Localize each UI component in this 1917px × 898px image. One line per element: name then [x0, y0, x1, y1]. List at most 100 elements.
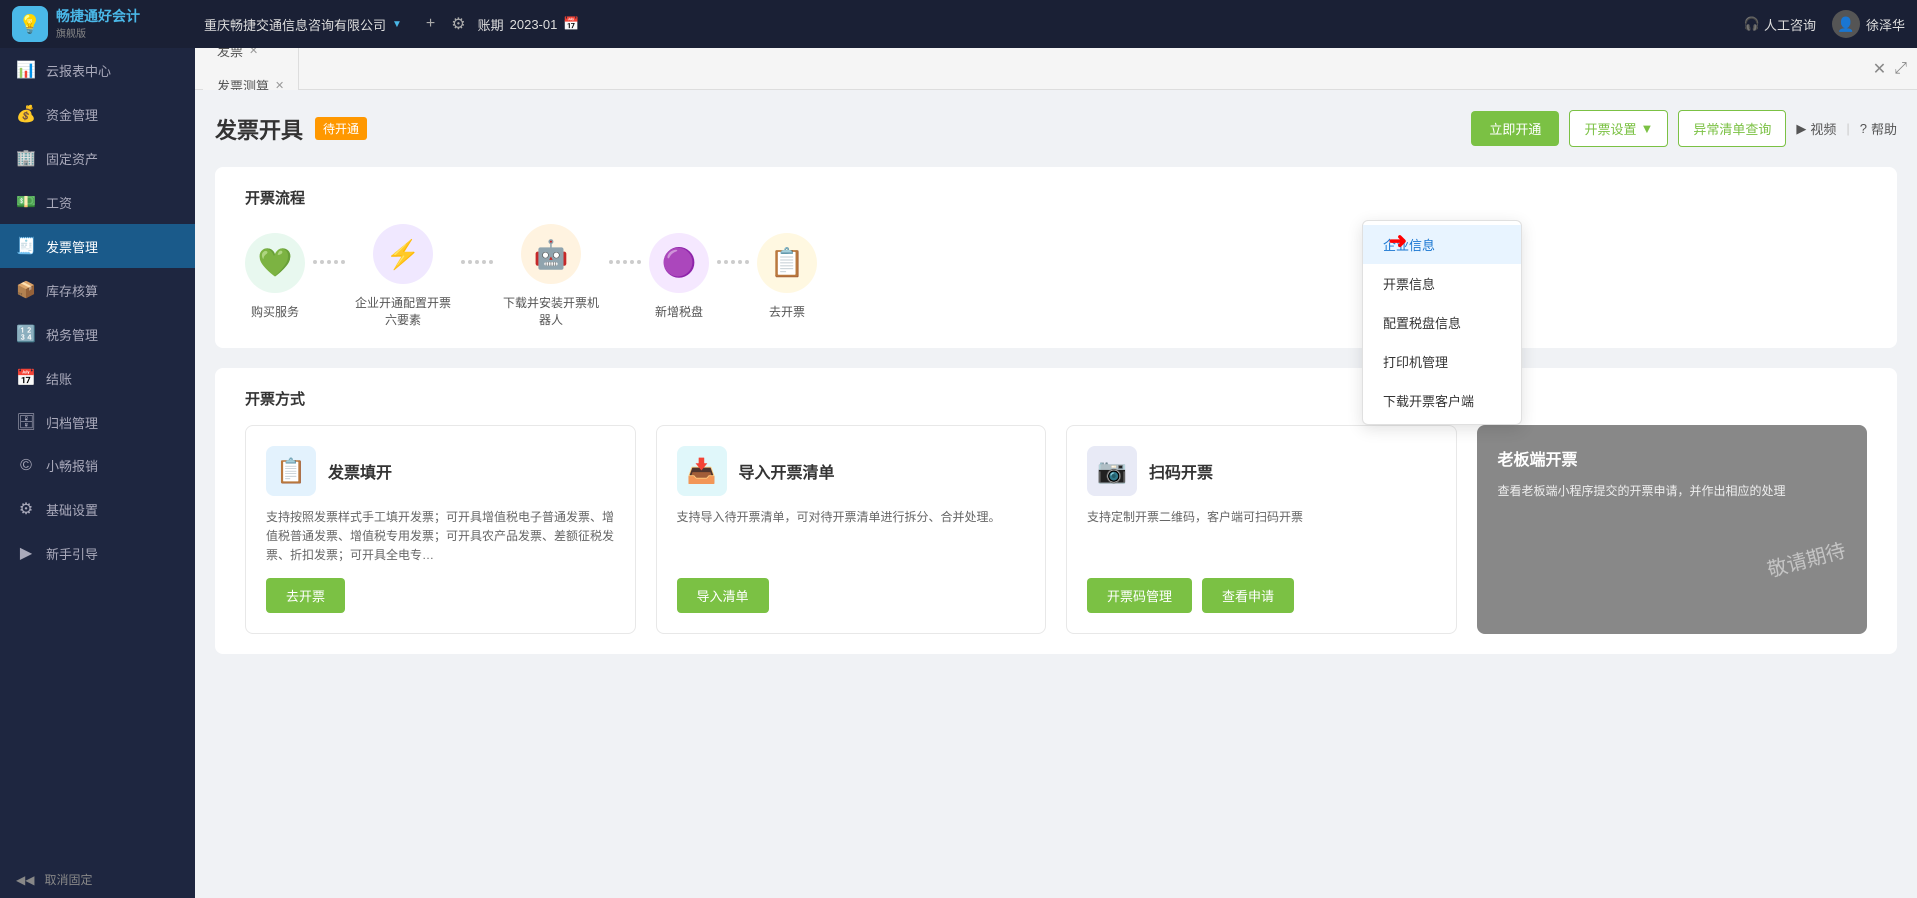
sidebar-item-zijin[interactable]: 💰 资金管理 [0, 92, 195, 136]
logo-text-block: 畅捷通好会计 旗舰版 [56, 8, 140, 40]
sidebar-item-fapiao[interactable]: 🧾发票管理 [0, 224, 195, 268]
sidebar-icon-kucun: 📦 [16, 280, 36, 300]
sidebar-icon-xiaochang: © [16, 457, 36, 475]
fill-desc: 支持按照发票样式手工填开发票；可开具增值税电子普通发票、增值税普通发票、增值税专… [266, 508, 615, 566]
tab-close-icon[interactable]: ✕ [249, 48, 258, 57]
settings-button[interactable]: 开票设置 ▼ [1569, 110, 1668, 147]
add-button[interactable]: + [426, 15, 435, 33]
sidebar-bottom: ◀◀ 取消固定 [0, 861, 195, 898]
boss-watermark: 敬请期待 [1764, 534, 1849, 583]
maximize-icon[interactable]: ⤢ [1894, 60, 1907, 78]
sidebar-icon-guding: 🏢 [16, 148, 36, 168]
activate-button[interactable]: 立即开通 [1471, 111, 1559, 146]
fill-title: 发票填开 [328, 459, 392, 483]
pin-icon: ◀◀ [16, 873, 34, 887]
tab-label: 发票 [217, 48, 243, 60]
step-icon-1: ⚡ [373, 224, 433, 284]
method-card-scan: 📷 扫码开票 支持定制开票二维码，客户端可扫码开票 开票码管理 查看申请 [1066, 425, 1457, 634]
flow-step-2: 🤖 下载并安装开票机器人 [501, 224, 601, 328]
sidebar-label-guidang: 归档管理 [46, 413, 98, 432]
sidebar-item-xiaochang[interactable]: ©小畅报销 [0, 444, 195, 487]
step-icon-0: 💚 [245, 233, 305, 293]
help-button[interactable]: ? 帮助 [1860, 119, 1897, 138]
method-header-import: 📥 导入开票清单 [677, 446, 1026, 496]
consult-button[interactable]: 🎧 人工咨询 [1744, 15, 1816, 34]
sidebar-icon-shuiwu: 🔢 [16, 324, 36, 344]
user-info[interactable]: 👤 徐泽华 [1832, 10, 1905, 38]
sidebar-icon-zijin: 💰 [16, 104, 36, 124]
scan-qr-btn[interactable]: 开票码管理 [1087, 578, 1192, 613]
settings-btn-label: 开票设置 [1584, 119, 1636, 138]
method-card-import: 📥 导入开票清单 支持导入待开票清单，可对待开票清单进行拆分、合并处理。 导入清… [656, 425, 1047, 634]
video-button[interactable]: ▶ 视频 [1796, 119, 1836, 138]
sidebar-icon-gongzi: 💵 [16, 192, 36, 212]
scan-view-btn[interactable]: 查看申请 [1202, 578, 1294, 613]
tab-发票[interactable]: 发票 ✕ [203, 48, 299, 68]
import-desc: 支持导入待开票清单，可对待开票清单进行拆分、合并处理。 [677, 508, 1026, 527]
sidebar-item-shuiwu[interactable]: 🔢税务管理 [0, 312, 195, 356]
sidebar-item-gongzi[interactable]: 💵工资 [0, 180, 195, 224]
logo-title: 畅捷通好会计 [56, 8, 140, 25]
close-window-icon[interactable]: ✕ [1873, 59, 1886, 79]
sidebar-item-kucun[interactable]: 📦库存核算 [0, 268, 195, 312]
import-title: 导入开票清单 [739, 459, 835, 483]
step-connector-1 [453, 260, 501, 264]
boss-title: 老板端开票 [1498, 446, 1847, 470]
fill-btn[interactable]: 去开票 [266, 578, 345, 613]
sidebar-items-container: 📊云报表中心 💰 资金管理 🏢 固定资产 💵工资🧾发票管理📦库存核算🔢税务管理📅结账🗄归档… [0, 48, 195, 575]
sidebar-item-guidang[interactable]: 🗄归档管理 [0, 400, 195, 444]
user-name: 徐泽华 [1866, 15, 1905, 34]
step-icon-4: 📋 [757, 233, 817, 293]
dropdown-item-企业信息[interactable]: 企业信息 [1363, 225, 1521, 264]
company-name: 重庆畅捷交通信息咨询有限公司 [204, 15, 386, 34]
logo-sub: 旗舰版 [56, 25, 140, 40]
dropdown-item-配置税盘信息[interactable]: 配置税盘信息 [1363, 303, 1521, 342]
sidebar-icon-xinyindao: ▶ [16, 543, 36, 563]
calendar-icon: 📅 [563, 16, 579, 32]
page-header: 发票开具 待开通 立即开通 开票设置 ▼ 异常清单查询 ▶ 视频 | [215, 110, 1897, 147]
separator: | [1846, 121, 1849, 136]
abnormal-button[interactable]: 异常清单查询 [1678, 110, 1786, 147]
scan-icon: 📷 [1087, 446, 1137, 496]
logo-area: 💡 畅捷通好会计 旗舰版 [12, 6, 192, 42]
sidebar-label-guding: 固定资产 [46, 149, 98, 168]
dropdown-item-下载开票客户端[interactable]: 下载开票客户端 [1363, 381, 1521, 420]
content-scroll: 发票开具 待开通 立即开通 开票设置 ▼ 异常清单查询 ▶ 视频 | [195, 90, 1917, 898]
step-label-2: 下载并安装开票机器人 [501, 294, 601, 328]
sidebar-label-jiezhang: 结账 [46, 369, 72, 388]
tab-bar: 首页发票✕发票测算✕发票开具✕ ✕ ⤢ [195, 48, 1917, 90]
methods-title: 开票方式 [245, 388, 1867, 409]
step-icon-3: 🟣 [649, 233, 709, 293]
sidebar-item-yunbao[interactable]: 📊云报表中心 [0, 48, 195, 92]
status-badge: 待开通 [315, 117, 367, 140]
video-label: 视频 [1810, 119, 1836, 138]
step-connector-2 [601, 260, 649, 264]
help-icon: ? [1860, 121, 1867, 136]
sidebar-item-cancel-pin[interactable]: ◀◀ 取消固定 [0, 861, 195, 898]
settings-icon[interactable]: ⚙ [451, 14, 465, 34]
settings-btn-arrow: ▼ [1640, 121, 1653, 136]
flow-step-3: 🟣 新增税盘 [649, 233, 709, 320]
period-text: 账期 [478, 15, 504, 34]
step-label-3: 新增税盘 [655, 303, 703, 320]
sidebar-item-guding[interactable]: 🏢 固定资产 [0, 136, 195, 180]
sidebar-item-jiezhang[interactable]: 📅结账 [0, 356, 195, 400]
dropdown-item-打印机管理[interactable]: 打印机管理 [1363, 342, 1521, 381]
sidebar-item-jichushezhi[interactable]: ⚙基础设置 [0, 487, 195, 531]
method-header-fill: 📋 发票填开 [266, 446, 615, 496]
company-dropdown-icon: ▼ [392, 19, 402, 30]
sidebar-label-zijin: 资金管理 [46, 105, 98, 124]
page-title: 发票开具 [215, 113, 303, 145]
step-label-0: 购买服务 [251, 303, 299, 320]
help-label: 帮助 [1871, 119, 1897, 138]
company-selector[interactable]: 重庆畅捷交通信息咨询有限公司 ▼ [204, 15, 402, 34]
logo-icon: 💡 [12, 6, 48, 42]
scan-btns: 开票码管理 查看申请 [1087, 578, 1436, 613]
scan-desc: 支持定制开票二维码，客户端可扫码开票 [1087, 508, 1436, 527]
dropdown-item-开票信息[interactable]: 开票信息 [1363, 264, 1521, 303]
import-btn[interactable]: 导入清单 [677, 578, 769, 613]
method-card-boss: 老板端开票 查看老板端小程序提交的开票申请，并作出相应的处理 敬请期待 [1477, 425, 1868, 634]
sidebar-item-xinyindao[interactable]: ▶新手引导 [0, 531, 195, 575]
boss-desc: 查看老板端小程序提交的开票申请，并作出相应的处理 [1498, 482, 1847, 501]
connector-dots [461, 260, 493, 264]
